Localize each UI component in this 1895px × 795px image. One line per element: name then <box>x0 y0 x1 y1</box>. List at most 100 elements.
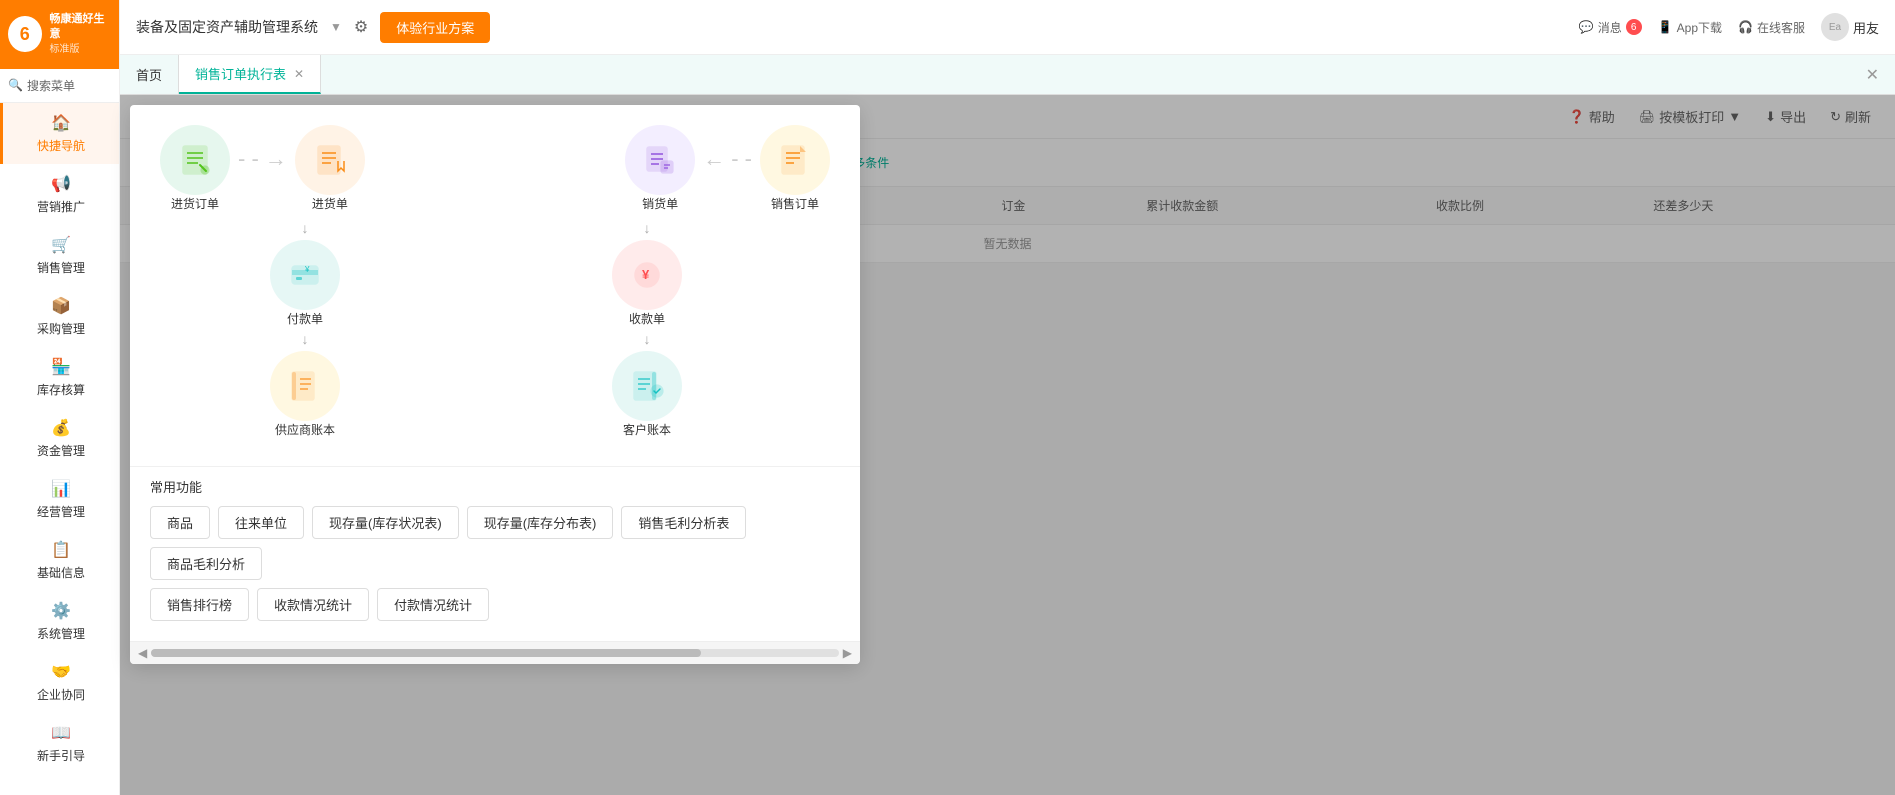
payment-order-node[interactable]: ¥ 付款单 <box>270 240 340 327</box>
logo-text: 畅康通好生意 标准版 <box>50 12 111 57</box>
sidebar-item-sales-mgmt[interactable]: 🛒 销售管理 <box>0 225 119 286</box>
megaphone-icon: 📢 <box>51 174 71 194</box>
sidebar-item-inventory[interactable]: 🏪 库存核算 <box>0 347 119 408</box>
customer-ledger-label: 客户账本 <box>623 421 671 438</box>
svg-text:¥: ¥ <box>304 265 310 274</box>
func-btn-stock-dist[interactable]: 现存量(库存分布表) <box>467 506 614 539</box>
common-func-section: 常用功能 商品 往来单位 现存量(库存状况表) 现存量(库存分布表) 销售毛利分… <box>130 466 860 641</box>
home-icon: 🏠 <box>51 113 71 133</box>
scrollbar-thumb <box>151 649 701 657</box>
purchase-receipt-icon <box>313 143 347 177</box>
common-func-btns: 商品 往来单位 现存量(库存状况表) 现存量(库存分布表) 销售毛利分析表 商品… <box>150 506 840 580</box>
settings-gear-icon[interactable]: ⚙ <box>354 17 368 37</box>
arrow-col-down: ↓ <box>612 331 682 347</box>
sidebar-item-finance[interactable]: 💰 资金管理 <box>0 408 119 469</box>
customer-ledger-icon <box>630 369 664 403</box>
sidebar-item-operations[interactable]: 📊 经营管理 <box>0 469 119 530</box>
collection-order-icon: ¥ <box>630 258 664 292</box>
system-title: 装备及固定资产辅助管理系统 <box>136 17 318 37</box>
scrollbar-track[interactable] <box>151 649 839 657</box>
modal-scrollbar: ◀ ▶ <box>130 641 860 664</box>
money-icon: 💰 <box>51 418 71 438</box>
arrow-pr-down: ↓ <box>270 220 340 236</box>
common-func-btns-row2: 销售排行榜 收款情况统计 付款情况统计 <box>150 588 840 621</box>
collection-order-circle: ¥ <box>612 240 682 310</box>
logo-icon: 6 <box>8 16 42 52</box>
message-badge: 6 <box>1626 19 1642 35</box>
workflow-arrows-row: ↓ ↓ <box>160 220 830 236</box>
search-menu[interactable]: 🔍 搜索菜单 <box>0 69 119 103</box>
sidebar-item-basic-info[interactable]: 📋 基础信息 <box>0 530 119 591</box>
purchase-receipt-node[interactable]: 进货单 <box>295 125 365 212</box>
func-btn-stock-status[interactable]: 现存量(库存状况表) <box>312 506 459 539</box>
purchase-order-node[interactable]: 进货订单 <box>160 125 230 212</box>
topbar-right: 💬 消息 6 📱 App下载 🎧 在线客服 Ea 用友 <box>1579 13 1879 41</box>
customer-ledger-node[interactable]: 客户账本 <box>612 351 682 438</box>
func-btn-sales-margin[interactable]: 销售毛利分析表 <box>621 506 746 539</box>
func-btn-sales-rank[interactable]: 销售排行榜 <box>150 588 249 621</box>
app-download-btn[interactable]: 📱 App下载 <box>1658 19 1722 36</box>
sales-order-label: 销售订单 <box>771 195 819 212</box>
purchase-receipt-circle <box>295 125 365 195</box>
cart-icon: 🛒 <box>51 235 71 255</box>
handshake-icon: 🤝 <box>51 662 71 682</box>
purchase-order-icon <box>178 143 212 177</box>
message-btn[interactable]: 💬 消息 6 <box>1579 19 1642 36</box>
system-dropdown[interactable]: ▼ <box>330 20 342 34</box>
sales-order-circle <box>760 125 830 195</box>
modal-overlay: 进货订单 - - → <box>120 95 1895 795</box>
tabbar: 首页 销售订单执行表 ✕ ✕ <box>120 55 1895 95</box>
download-icon: 📱 <box>1658 20 1673 34</box>
purchase-order-circle <box>160 125 230 195</box>
workflow-section: 进货订单 - - → <box>130 105 860 466</box>
payment-order-circle: ¥ <box>270 240 340 310</box>
svg-text:¥: ¥ <box>642 267 650 282</box>
collection-order-label: 收款单 <box>629 310 665 327</box>
func-btn-product-margin[interactable]: 商品毛利分析 <box>150 547 262 580</box>
sidebar-item-quick-nav[interactable]: 🏠 快捷导航 <box>0 103 119 164</box>
workflow-row3: 供应商账本 <box>160 351 830 438</box>
sales-receipt-label: 销货单 <box>642 195 678 212</box>
scroll-right-arrow[interactable]: ▶ <box>843 646 852 660</box>
supplier-ledger-icon <box>288 369 322 403</box>
sales-receipt-icon <box>643 143 677 177</box>
avatar: Ea <box>1821 13 1849 41</box>
func-btn-product[interactable]: 商品 <box>150 506 210 539</box>
sidebar-item-newbie[interactable]: 📖 新手引导 <box>0 713 119 774</box>
online-service-btn[interactable]: 🎧 在线客服 <box>1738 19 1805 36</box>
tab-home[interactable]: 首页 <box>120 55 179 94</box>
arrow-po-to-pr: - - → <box>230 146 295 192</box>
payment-order-label: 付款单 <box>287 310 323 327</box>
workflow-row2: ¥ 付款单 ¥ 收款单 <box>160 240 830 327</box>
supplier-ledger-node[interactable]: 供应商账本 <box>270 351 340 438</box>
sidebar-item-enterprise-coop[interactable]: 🤝 企业协同 <box>0 652 119 713</box>
user-menu[interactable]: Ea 用友 <box>1821 13 1879 41</box>
purchase-receipt-label: 进货单 <box>312 195 348 212</box>
payment-order-icon: ¥ <box>288 258 322 292</box>
tab-sales-order-exec[interactable]: 销售订单执行表 ✕ <box>179 55 321 94</box>
collection-order-node[interactable]: ¥ 收款单 <box>612 240 682 327</box>
sales-order-icon <box>778 143 812 177</box>
headset-icon: 🎧 <box>1738 20 1753 34</box>
sales-receipt-node[interactable]: 销货单 <box>625 125 695 212</box>
sidebar-nav: 🏠 快捷导航 📢 营销推广 🛒 销售管理 📦 采购管理 🏪 库存核算 💰 资金管… <box>0 103 119 795</box>
message-icon: 💬 <box>1579 20 1594 34</box>
sidebar-item-system-mgmt[interactable]: ⚙️ 系统管理 <box>0 591 119 652</box>
workflow-arrows-row2: ↓ ↓ <box>160 331 830 347</box>
common-func-title: 常用功能 <box>150 477 840 496</box>
scroll-left-arrow[interactable]: ◀ <box>138 646 147 660</box>
sidebar-item-marketing[interactable]: 📢 营销推广 <box>0 164 119 225</box>
workflow-row1: 进货订单 - - → <box>160 125 830 212</box>
sidebar-item-purchase-mgmt[interactable]: 📦 采购管理 <box>0 286 119 347</box>
app-logo: 6 畅康通好生意 标准版 <box>0 0 119 69</box>
func-btn-payment-stats[interactable]: 付款情况统计 <box>377 588 489 621</box>
arrow-so-to-sr: ← - - <box>695 146 760 192</box>
close-all-tabs-icon[interactable]: ✕ <box>1866 65 1879 85</box>
tab-close-icon[interactable]: ✕ <box>294 67 304 81</box>
arrow-pay-down: ↓ <box>270 331 340 347</box>
func-btn-collection-stats[interactable]: 收款情况统计 <box>257 588 369 621</box>
trial-btn[interactable]: 体验行业方案 <box>380 12 490 43</box>
topbar: 装备及固定资产辅助管理系统 ▼ ⚙ 体验行业方案 💬 消息 6 📱 App下载 … <box>120 0 1895 55</box>
func-btn-counterpart[interactable]: 往来单位 <box>218 506 304 539</box>
sales-order-node[interactable]: 销售订单 <box>760 125 830 212</box>
